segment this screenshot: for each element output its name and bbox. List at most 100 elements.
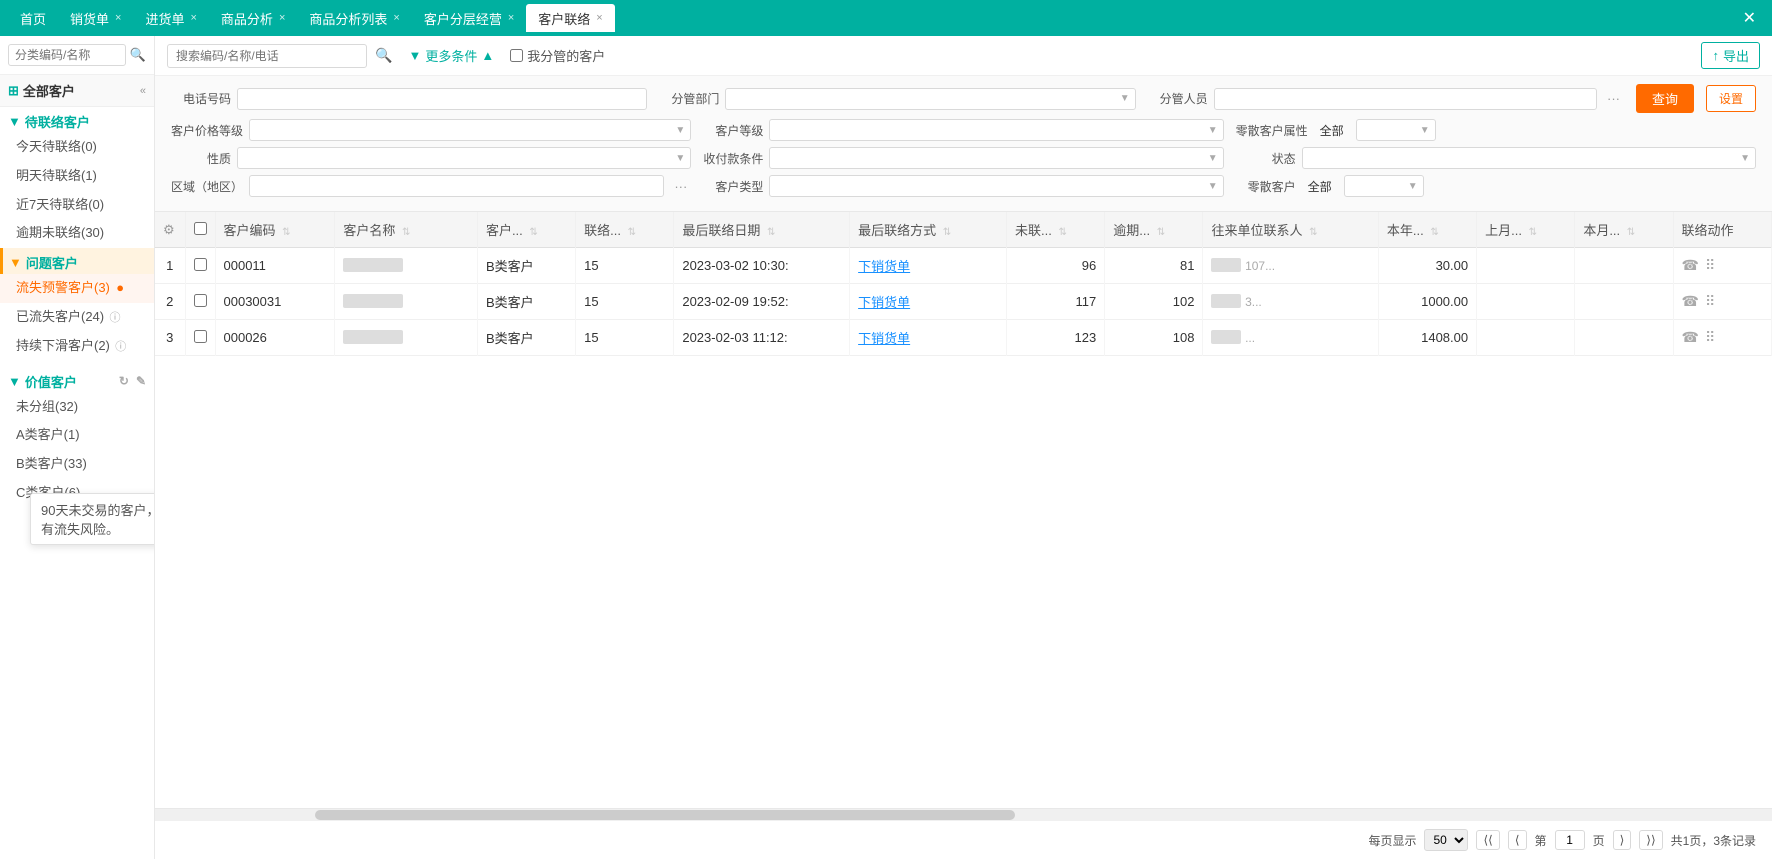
last-way-link-3[interactable]: 下销货单 <box>858 331 910 346</box>
page-first-button[interactable]: ⟨⟨ <box>1476 830 1499 850</box>
filter-search-input[interactable] <box>167 44 367 68</box>
col-unlink: 未联... ⇅ <box>1007 212 1105 248</box>
filter-select-nature[interactable] <box>237 147 691 169</box>
filter-more-button[interactable]: ▼ 更多条件 ▲ <box>400 42 502 69</box>
sidebar-item-class-b[interactable]: B类客户(33) <box>0 450 154 479</box>
type-sort-icon[interactable]: ⇅ <box>529 227 537 238</box>
filter-select-price-level[interactable] <box>249 119 691 141</box>
row-2-checkbox[interactable] <box>194 294 207 307</box>
sidebar-item-declining[interactable]: 持续下滑客户(2) ⓘ <box>0 332 154 361</box>
tab-customer-layer-close[interactable]: × <box>508 12 514 24</box>
query-button[interactable]: 查询 <box>1636 84 1694 113</box>
sidebar-search-area: 🔍 <box>0 36 154 75</box>
sidebar-search-icon[interactable]: 🔍 <box>130 47 146 63</box>
table-settings-icon[interactable]: ⚙ <box>163 222 175 237</box>
cell-action-2: ☎ ⠿ <box>1673 284 1771 320</box>
action-more-icon-2[interactable]: ⠿ <box>1705 293 1715 310</box>
filter-field-customer-type: 客户类型 ▼ <box>703 175 1223 197</box>
sidebar-item-churned[interactable]: 已流失客户(24) ⓘ <box>0 303 154 332</box>
tab-sales[interactable]: 销货单 × <box>58 4 133 32</box>
cell-num-2: 2 <box>155 284 185 320</box>
this-year-sort-icon[interactable]: ⇅ <box>1430 227 1438 238</box>
tab-product-analysis[interactable]: 商品分析 × <box>209 4 297 32</box>
customer-name-blurred-1 <box>343 258 403 272</box>
filter-select-scatter-attr[interactable] <box>1356 119 1436 141</box>
last-month-sort-icon[interactable]: ⇅ <box>1529 227 1537 238</box>
tab-home[interactable]: 首页 <box>8 4 58 32</box>
page-next-button[interactable]: ⟩ <box>1613 830 1632 850</box>
tab-product-list-close[interactable]: × <box>393 12 399 24</box>
filter-label-payment: 收付款条件 <box>703 150 763 167</box>
tab-customer-contact-close[interactable]: × <box>596 12 602 24</box>
export-button[interactable]: ↑ 导出 <box>1701 42 1760 69</box>
action-more-icon-1[interactable]: ⠿ <box>1705 257 1715 274</box>
sidebar-item-churn-warning[interactable]: 流失预警客户(3) ● <box>0 274 154 303</box>
main-layout: 🔍 ⊞ 全部客户 « ▼ 待联络客户 今天待联络(0) 明天待联络(1) 近7天… <box>0 36 1772 859</box>
sidebar-item-today[interactable]: 今天待联络(0) <box>0 133 154 162</box>
window-close-button[interactable]: ✕ <box>1735 8 1764 28</box>
tab-customer-layer[interactable]: 客户分层经营 × <box>412 4 526 32</box>
filter-select-customer-type[interactable] <box>769 175 1223 197</box>
name-sort-icon[interactable]: ⇅ <box>402 227 410 238</box>
sidebar-value-edit-icon[interactable]: ↻ <box>119 374 129 388</box>
region-ellipsis-icon[interactable]: ··· <box>670 179 691 194</box>
filter-input-person[interactable] <box>1214 88 1597 110</box>
sidebar-search-input[interactable] <box>8 44 126 66</box>
sidebar-item-overdue[interactable]: 逾期未联络(30) <box>0 219 154 248</box>
action-phone-icon-3[interactable]: ☎ <box>1682 329 1699 346</box>
unlink-sort-icon[interactable]: ⇅ <box>1059 227 1067 238</box>
sidebar-group-waiting-arrow: ▼ <box>8 114 21 129</box>
row-1-checkbox[interactable] <box>194 258 207 271</box>
tab-customer-contact[interactable]: 客户联络 × <box>526 4 614 32</box>
person-ellipsis-icon[interactable]: ··· <box>1603 91 1624 106</box>
filter-select-status[interactable] <box>1302 147 1756 169</box>
per-page-select[interactable]: 50 <box>1424 829 1468 851</box>
contact-sort-icon[interactable]: ⇅ <box>628 227 636 238</box>
tab-purchase-close[interactable]: × <box>190 12 196 24</box>
filter-search-button[interactable]: 🔍 <box>375 47 392 64</box>
sidebar-all-customers[interactable]: ⊞ 全部客户 « <box>0 75 154 107</box>
my-customers-checkbox-label[interactable]: 我分管的客户 <box>510 46 605 65</box>
filter-select-dept[interactable] <box>725 88 1135 110</box>
action-more-icon-3[interactable]: ⠿ <box>1705 329 1715 346</box>
last-date-sort-icon[interactable]: ⇅ <box>767 227 775 238</box>
cell-this-year-3: 1408.00 <box>1378 320 1476 356</box>
filter-select-customer-level[interactable] <box>769 119 1223 141</box>
code-sort-icon[interactable]: ⇅ <box>282 227 290 238</box>
tab-product-list[interactable]: 商品分析列表 × <box>297 4 411 32</box>
my-customers-checkbox[interactable] <box>510 49 523 62</box>
sidebar-item-class-a[interactable]: A类客户(1) <box>0 421 154 450</box>
sidebar-item-tomorrow[interactable]: 明天待联络(1) <box>0 162 154 191</box>
filter-label-scatter-attr: 零散客户属性 <box>1236 122 1308 139</box>
filter-input-region[interactable] <box>249 175 664 197</box>
sidebar-item-ungrouped[interactable]: 未分组(32) <box>0 393 154 422</box>
col-contact: 联络... ⇅ <box>576 212 674 248</box>
sidebar-value-settings-icon[interactable]: ✎ <box>136 374 146 388</box>
scrollbar-thumb[interactable] <box>315 810 1015 820</box>
overdue-sort-icon[interactable]: ⇅ <box>1157 227 1165 238</box>
tab-sales-close[interactable]: × <box>115 12 121 24</box>
action-phone-icon-2[interactable]: ☎ <box>1682 293 1699 310</box>
row-3-checkbox[interactable] <box>194 330 207 343</box>
filter-select-scatter[interactable] <box>1344 175 1424 197</box>
filter-select-payment[interactable] <box>769 147 1223 169</box>
page-number-input[interactable] <box>1555 830 1585 850</box>
action-phone-icon-1[interactable]: ☎ <box>1682 257 1699 274</box>
sidebar-group-problem-arrow: ▼ <box>9 255 22 270</box>
last-way-link-1[interactable]: 下销货单 <box>858 259 910 274</box>
sidebar-item-7days[interactable]: 近7天待联络(0) <box>0 191 154 220</box>
horizontal-scrollbar[interactable] <box>155 808 1772 820</box>
filter-settings-button[interactable]: 设置 <box>1706 85 1756 112</box>
filter-input-phone[interactable] <box>237 88 647 110</box>
this-month-sort-icon[interactable]: ⇅ <box>1627 227 1635 238</box>
page-last-button[interactable]: ⟩⟩ <box>1639 830 1662 850</box>
last-way-link-2[interactable]: 下销货单 <box>858 295 910 310</box>
filter-label-region: 区域（地区） <box>171 178 243 195</box>
page-prev-button[interactable]: ⟨ <box>1508 830 1527 850</box>
tab-purchase[interactable]: 进货单 × <box>133 4 208 32</box>
tab-product-analysis-close[interactable]: × <box>279 12 285 24</box>
unit-contact-sort-icon[interactable]: ⇅ <box>1309 227 1317 238</box>
last-way-sort-icon[interactable]: ⇅ <box>943 227 951 238</box>
select-all-checkbox[interactable] <box>194 222 207 235</box>
filter-field-person: 分管人员 ··· <box>1148 88 1624 110</box>
